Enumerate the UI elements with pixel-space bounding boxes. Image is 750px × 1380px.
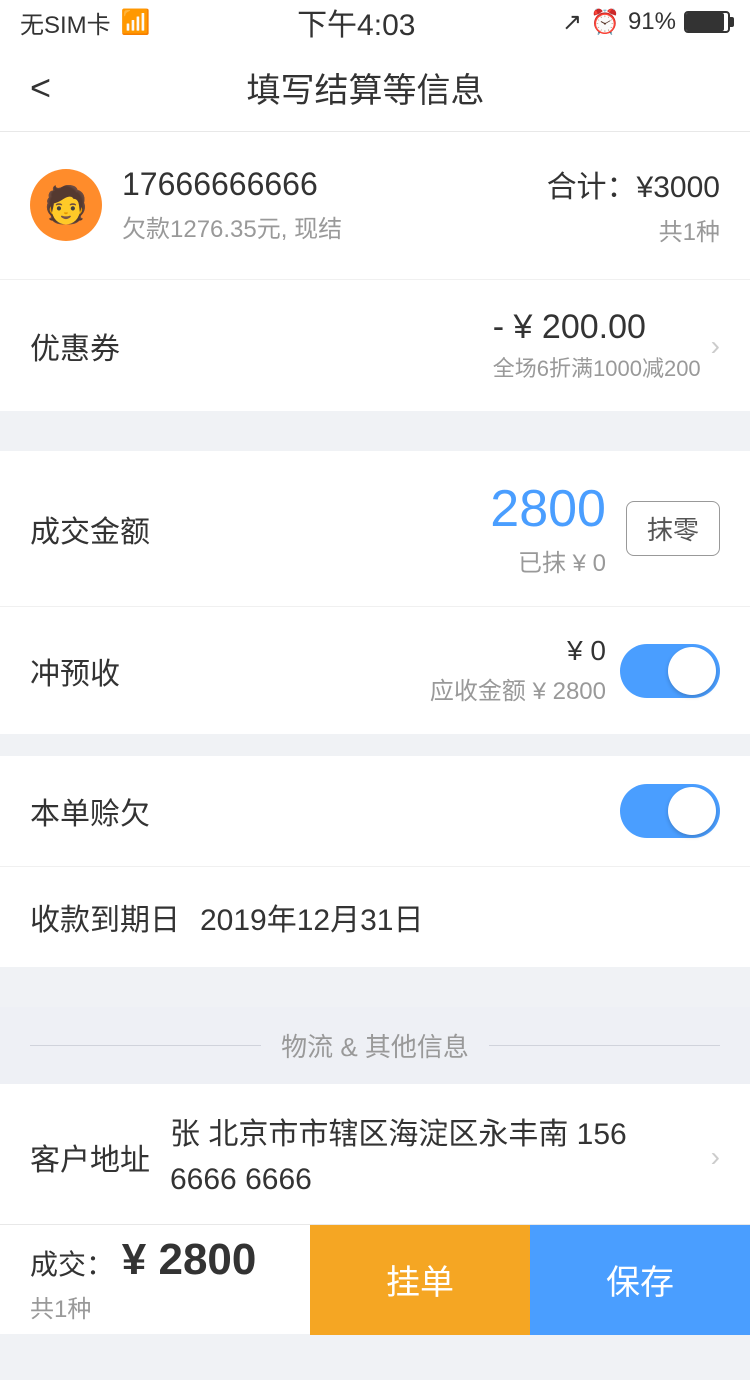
- bottom-info: 成交： ¥ 2800 共1种: [0, 1235, 310, 1324]
- pre-receive-sub: 应收金额 ¥ 2800: [430, 671, 606, 706]
- back-button[interactable]: <: [30, 57, 71, 119]
- pre-receive-amount: ¥ 0: [430, 635, 606, 667]
- line-right: [489, 1045, 720, 1046]
- amount-section: 成交金额 2800 已抹 ¥ 0 抹零 冲预收 ¥ 0 应收金额 ¥ 2800: [0, 451, 750, 734]
- toggle-knob: [668, 647, 716, 695]
- customer-debt: 欠款1276.35元, 现结: [122, 209, 342, 244]
- address-row[interactable]: 客户地址 张 北京市市辖区海淀区永丰南 156 6666 6666 ›: [0, 1084, 750, 1230]
- pre-receive-row: 冲预收 ¥ 0 应收金额 ¥ 2800: [0, 606, 750, 734]
- coupon-discount: - ¥ 200.00: [493, 308, 701, 347]
- alarm-icon: ⏰: [590, 8, 620, 37]
- bottom-count: 共1种: [30, 1289, 280, 1324]
- divider-2: [0, 736, 750, 756]
- coupon-description: 全场6折满1000减200: [493, 351, 701, 383]
- carrier-text: 无SIM卡: [20, 5, 111, 40]
- bottom-amount: ¥ 2800: [122, 1235, 257, 1284]
- due-date-label: 收款到期日: [30, 895, 180, 939]
- status-time: 下午4:03: [297, 0, 415, 44]
- wifi-icon: 📶: [121, 8, 151, 37]
- status-left: 无SIM卡 📶: [20, 5, 151, 40]
- pre-receive-toggle[interactable]: [620, 644, 720, 698]
- location-icon: ↗: [562, 8, 582, 37]
- divider-3: [0, 987, 750, 1007]
- amount-label: 成交金额: [30, 507, 150, 551]
- debt-section: 本单赊欠 收款到期日 2019年12月31日: [0, 756, 750, 967]
- round-button[interactable]: 抹零: [626, 501, 720, 556]
- avatar: 🧑: [30, 169, 102, 241]
- address-value: 张 北京市市辖区海淀区永丰南 156 6666 6666: [170, 1112, 691, 1202]
- hang-button[interactable]: 挂单: [310, 1225, 530, 1335]
- coupon-chevron-icon: ›: [711, 330, 720, 362]
- debt-toggle[interactable]: [620, 784, 720, 838]
- logistics-divider: 物流 & 其他信息: [0, 1007, 750, 1084]
- nav-bar: < 填写结算等信息: [0, 44, 750, 132]
- due-date-row: 收款到期日 2019年12月31日: [0, 866, 750, 967]
- debt-toggle-knob: [668, 787, 716, 835]
- bottom-bar: 成交： ¥ 2800 共1种 挂单 保存: [0, 1224, 750, 1334]
- battery-percent: 91%: [628, 8, 676, 36]
- amount-value: 2800: [490, 479, 606, 539]
- debt-row: 本单赊欠: [0, 756, 750, 866]
- battery-icon: [684, 11, 730, 33]
- coupon-label: 优惠券: [30, 324, 120, 368]
- due-date-value: 2019年12月31日: [200, 895, 423, 939]
- customer-section: 🧑 17666666666 欠款1276.35元, 现结 合计：¥3000 共1…: [0, 132, 750, 411]
- customer-count: 共1种: [547, 212, 720, 247]
- debt-label: 本单赊欠: [30, 789, 150, 833]
- address-chevron-icon: ›: [711, 1141, 720, 1173]
- save-button[interactable]: 保存: [530, 1225, 750, 1335]
- status-bar: 无SIM卡 📶 下午4:03 ↗ ⏰ 91%: [0, 0, 750, 44]
- coupon-row[interactable]: 优惠券 - ¥ 200.00 全场6折满1000减200 ›: [0, 279, 750, 411]
- customer-row: 🧑 17666666666 欠款1276.35元, 现结 合计：¥3000 共1…: [0, 132, 750, 277]
- page-title: 填写结算等信息: [71, 63, 660, 112]
- logistics-text: 物流 & 其他信息: [281, 1027, 469, 1064]
- transaction-label: 成交：: [30, 1249, 114, 1280]
- pre-receive-label: 冲预收: [30, 649, 120, 693]
- line-left: [30, 1045, 261, 1046]
- customer-total: 合计：¥3000: [547, 162, 720, 206]
- status-right: ↗ ⏰ 91%: [562, 8, 730, 37]
- address-label: 客户地址: [30, 1135, 150, 1179]
- amount-sub: 已抹 ¥ 0: [490, 543, 606, 578]
- divider-1: [0, 431, 750, 451]
- customer-phone: 17666666666: [122, 166, 342, 203]
- address-section: 客户地址 张 北京市市辖区海淀区永丰南 156 6666 6666 ›: [0, 1084, 750, 1230]
- transaction-amount-row: 成交金额 2800 已抹 ¥ 0 抹零: [0, 451, 750, 606]
